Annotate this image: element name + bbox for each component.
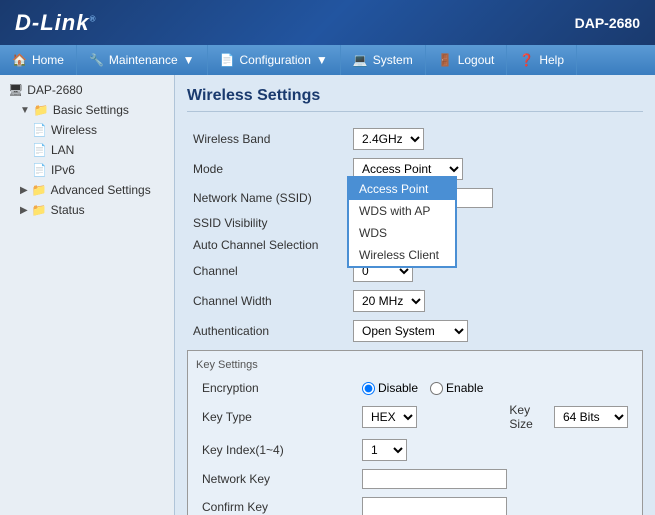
encryption-label: Encryption: [196, 377, 356, 399]
encryption-disable-radio[interactable]: [362, 382, 375, 395]
sidebar: 🖥 DAP-2680 ▼ 📁 Basic Settings 📄 Wireless…: [0, 75, 175, 515]
sidebar-wireless-label: Wireless: [51, 123, 97, 137]
wireless-band-label: Wireless Band: [187, 124, 347, 154]
confirm-key-input[interactable]: [362, 497, 507, 515]
nav-home[interactable]: 🏠 Home: [0, 45, 77, 75]
auto-channel-label: Auto Channel Selection: [187, 234, 347, 256]
nav-maintenance[interactable]: 🔧 Maintenance ▼: [77, 45, 208, 75]
settings-form: Wireless Band 2.4GHz 5GHz Mode Access Po…: [187, 124, 643, 346]
network-key-input[interactable]: [362, 469, 507, 489]
mode-dropdown[interactable]: Access Point WDS with AP WDS Wireless Cl…: [347, 176, 457, 268]
logout-icon: 🚪: [438, 53, 453, 67]
encryption-enable-option[interactable]: Enable: [430, 381, 483, 395]
doc-icon-ipv6: 📄: [32, 163, 47, 177]
nav-help[interactable]: ❓ Help: [507, 45, 577, 75]
computer-icon: 🖥: [8, 83, 23, 97]
logo: D-Link®: [15, 10, 96, 36]
sidebar-item-root[interactable]: 🖥 DAP-2680: [0, 80, 174, 100]
content-area: Wireless Settings Wireless Band 2.4GHz 5…: [175, 75, 655, 515]
sidebar-item-wireless[interactable]: 📄 Wireless: [0, 120, 174, 140]
ssid-label: Network Name (SSID): [187, 184, 347, 212]
nav-home-label: Home: [32, 53, 64, 67]
dropdown-item-wds-with-ap[interactable]: WDS with AP: [349, 200, 455, 222]
key-index-select[interactable]: 1 2 3 4: [362, 439, 407, 461]
wireless-band-select[interactable]: 2.4GHz 5GHz: [353, 128, 424, 150]
encryption-disable-option[interactable]: Disable: [362, 381, 418, 395]
sidebar-item-advanced-settings[interactable]: ▶ 📁 Advanced Settings: [0, 180, 174, 200]
authentication-select[interactable]: Open System Shared Key WPA-Personal WPA2…: [353, 320, 468, 342]
sidebar-item-ipv6[interactable]: 📄 IPv6: [0, 160, 174, 180]
system-icon: 💻: [353, 53, 368, 67]
authentication-label: Authentication: [187, 316, 347, 346]
key-type-label: Key Type: [196, 399, 356, 435]
sidebar-ipv6-label: IPv6: [51, 163, 75, 177]
key-settings-form: Encryption Disable Enable: [196, 377, 634, 515]
key-type-select[interactable]: HEX ASCII: [362, 406, 417, 428]
config-icon: 📄: [220, 53, 235, 67]
folder-icon: 📁: [34, 103, 49, 117]
nav-system[interactable]: 💻 System: [341, 45, 426, 75]
sidebar-basic-settings-label: Basic Settings: [53, 103, 129, 117]
encryption-enable-label: Enable: [446, 381, 483, 395]
confirm-key-label: Confirm Key: [196, 493, 356, 515]
folder-icon2: 📁: [32, 183, 47, 197]
network-key-label: Network Key: [196, 465, 356, 493]
trademark: ®: [89, 14, 96, 23]
channel-width-label: Channel Width: [187, 286, 347, 316]
doc-icon-wireless: 📄: [32, 123, 47, 137]
sidebar-lan-label: LAN: [51, 143, 74, 157]
folder-icon3: 📁: [32, 203, 47, 217]
maintenance-icon: 🔧: [89, 53, 104, 67]
channel-width-select[interactable]: 20 MHz 40 MHz: [353, 290, 425, 312]
doc-icon-lan: 📄: [32, 143, 47, 157]
navbar: 🏠 Home 🔧 Maintenance ▼ 📄 Configuration ▼…: [0, 45, 655, 75]
sidebar-item-basic-settings[interactable]: ▼ 📁 Basic Settings: [0, 100, 174, 120]
nav-system-label: System: [373, 53, 413, 67]
nav-maintenance-label: Maintenance: [109, 53, 178, 67]
key-size-label: Key Size: [489, 399, 548, 435]
sidebar-item-lan[interactable]: 📄 LAN: [0, 140, 174, 160]
sidebar-item-status[interactable]: ▶ 📁 Status: [0, 200, 174, 220]
key-index-label: Key Index(1~4): [196, 435, 356, 465]
encryption-enable-radio[interactable]: [430, 382, 443, 395]
chevron-down-icon2: ▼: [316, 53, 328, 67]
home-icon: 🏠: [12, 53, 27, 67]
main-layout: 🖥 DAP-2680 ▼ 📁 Basic Settings 📄 Wireless…: [0, 75, 655, 515]
expand-icon3: ▶: [20, 205, 28, 216]
nav-configuration[interactable]: 📄 Configuration ▼: [208, 45, 341, 75]
nav-help-label: Help: [539, 53, 564, 67]
page-title: Wireless Settings: [187, 87, 643, 112]
mode-label: Mode: [187, 154, 347, 184]
encryption-radio-group: Disable Enable: [362, 381, 483, 395]
encryption-disable-label: Disable: [378, 381, 418, 395]
dropdown-item-access-point[interactable]: Access Point: [349, 178, 455, 200]
dropdown-item-wireless-client[interactable]: Wireless Client: [349, 244, 455, 266]
chevron-down-icon: ▼: [183, 53, 195, 67]
key-size-select[interactable]: 64 Bits 128 Bits: [554, 406, 628, 428]
header: D-Link® DAP-2680: [0, 0, 655, 45]
key-settings-title: Key Settings: [196, 359, 634, 371]
sidebar-advanced-label: Advanced Settings: [51, 183, 151, 197]
ssid-visibility-label: SSID Visibility: [187, 212, 347, 234]
nav-configuration-label: Configuration: [239, 53, 310, 67]
channel-label: Channel: [187, 256, 347, 286]
expand-icon: ▼: [20, 105, 30, 116]
sidebar-status-label: Status: [51, 203, 85, 217]
help-icon: ❓: [519, 53, 534, 67]
model-name: DAP-2680: [575, 15, 640, 31]
nav-logout[interactable]: 🚪 Logout: [426, 45, 508, 75]
expand-icon2: ▶: [20, 185, 28, 196]
key-settings-section: Key Settings Encryption Disable Enable: [187, 350, 643, 515]
nav-logout-label: Logout: [458, 53, 495, 67]
sidebar-root-label: DAP-2680: [27, 83, 82, 97]
dropdown-item-wds[interactable]: WDS: [349, 222, 455, 244]
